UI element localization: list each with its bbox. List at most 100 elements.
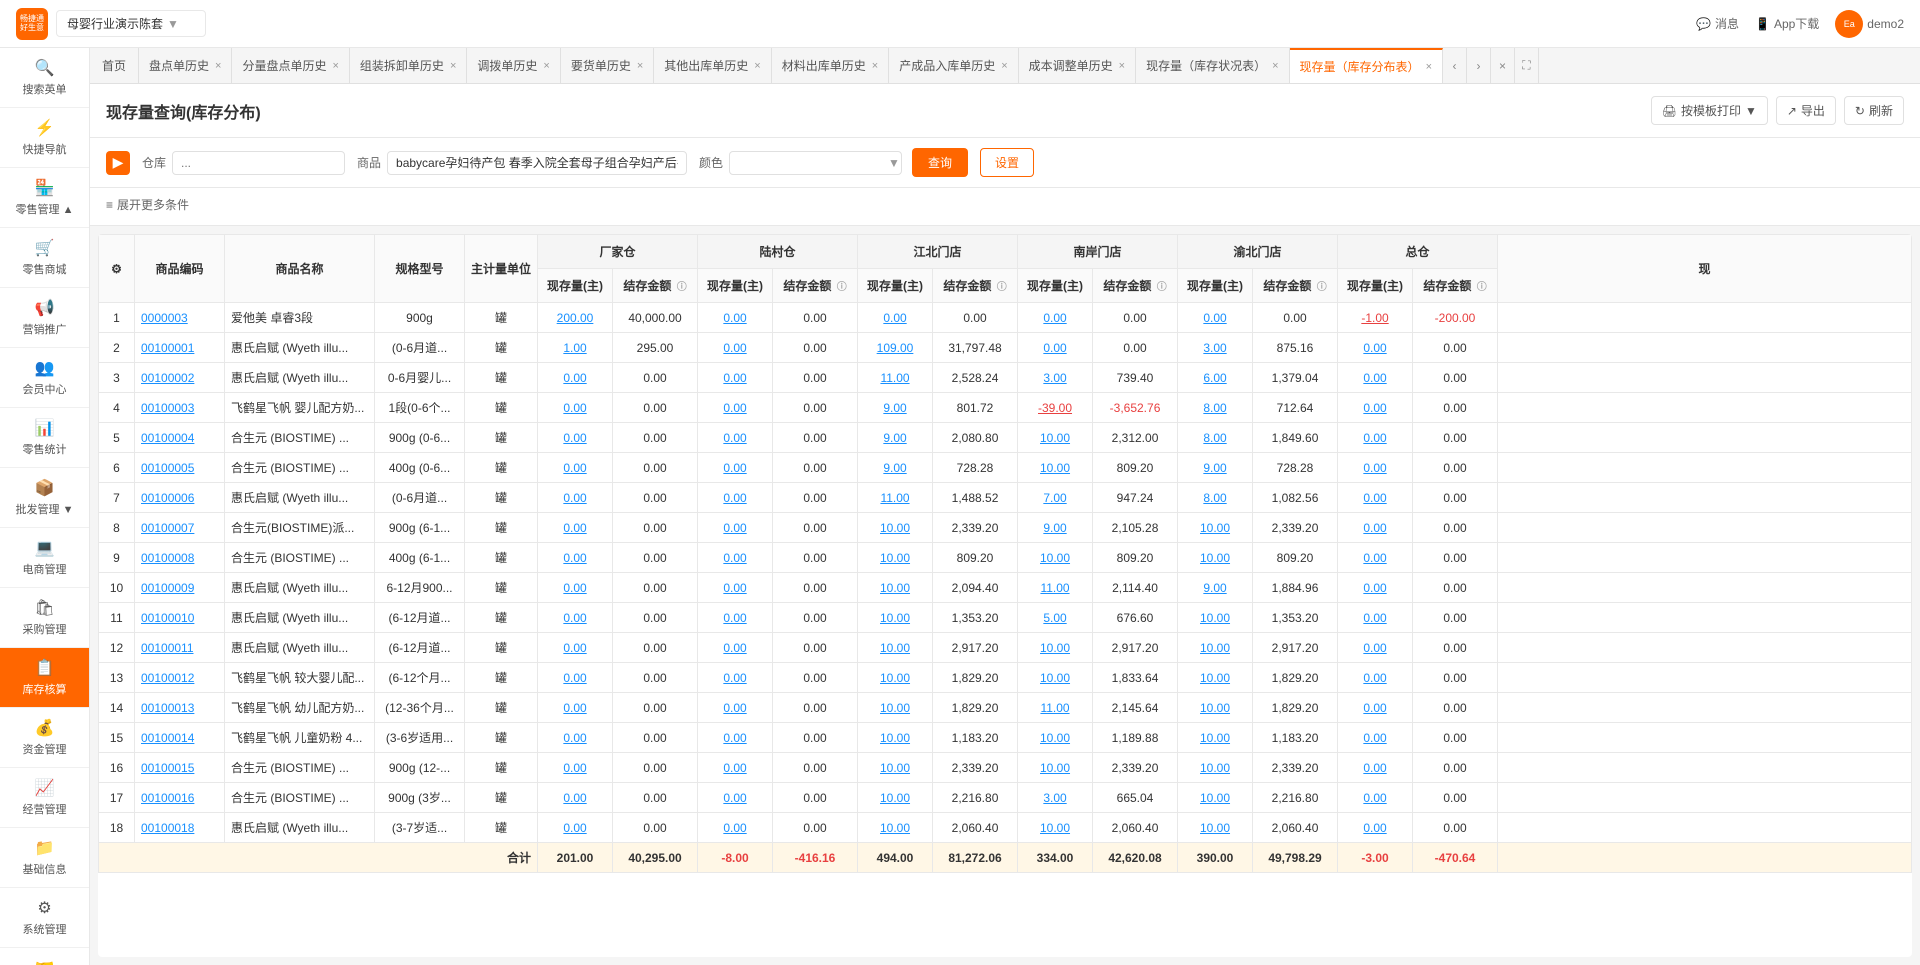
cell-na-qty[interactable]: 11.00: [1018, 573, 1093, 603]
cell-na-qty[interactable]: 10.00: [1018, 723, 1093, 753]
cell-jb-qty[interactable]: 10.00: [858, 633, 933, 663]
sidebar-item-shortcut[interactable]: ⚡ 快捷导航: [0, 108, 89, 168]
tab-close-dist-inventory[interactable]: ×: [332, 60, 338, 72]
cell-code[interactable]: 00100013: [135, 693, 225, 723]
tab-close-current-status[interactable]: ×: [1272, 60, 1278, 72]
cell-yb-qty[interactable]: 10.00: [1178, 783, 1253, 813]
tab-current-status[interactable]: 现存量（库存状况表） ×: [1136, 48, 1289, 84]
cell-lc-qty[interactable]: 0.00: [698, 513, 773, 543]
expand-more-btn[interactable]: ≡ 展开更多条件: [106, 192, 189, 217]
cell-code[interactable]: 00100012: [135, 663, 225, 693]
tab-nav-next[interactable]: ›: [1467, 48, 1491, 84]
cell-yb-qty[interactable]: 8.00: [1178, 393, 1253, 423]
cell-lc-qty[interactable]: 0.00: [698, 663, 773, 693]
cell-code[interactable]: 00100001: [135, 333, 225, 363]
cell-lc-qty[interactable]: 0.00: [698, 783, 773, 813]
sidebar-item-wholesale[interactable]: 📦 批发管理 ▼: [0, 468, 89, 528]
tab-material-out[interactable]: 材料出库单历史 ×: [772, 48, 889, 84]
cell-fj-qty[interactable]: 200.00: [538, 303, 613, 333]
sidebar-item-basic[interactable]: 📁 基础信息: [0, 828, 89, 888]
cell-lc-qty[interactable]: 0.00: [698, 603, 773, 633]
cell-yb-qty[interactable]: 10.00: [1178, 603, 1253, 633]
cell-yb-qty[interactable]: 10.00: [1178, 663, 1253, 693]
tab-order[interactable]: 要货单历史 ×: [561, 48, 654, 84]
sidebar-item-retail-store[interactable]: 🛒 零售商城: [0, 228, 89, 288]
cell-code[interactable]: 00100016: [135, 783, 225, 813]
cell-fj-qty[interactable]: 0.00: [538, 543, 613, 573]
sidebar-item-ecommerce[interactable]: 💻 电商管理: [0, 528, 89, 588]
cell-fj-qty[interactable]: 0.00: [538, 363, 613, 393]
sidebar-item-inventory[interactable]: 📋 库存核算: [0, 648, 89, 708]
cell-fj-qty[interactable]: 0.00: [538, 603, 613, 633]
user-menu[interactable]: Ea demo2: [1835, 10, 1904, 38]
cell-na-qty[interactable]: 0.00: [1018, 333, 1093, 363]
cell-lc-qty[interactable]: 0.00: [698, 543, 773, 573]
cell-na-qty[interactable]: 10.00: [1018, 453, 1093, 483]
cell-total-qty[interactable]: 0.00: [1338, 423, 1413, 453]
tab-close-other-out[interactable]: ×: [754, 60, 760, 72]
cell-yb-qty[interactable]: 10.00: [1178, 633, 1253, 663]
cell-na-qty[interactable]: 11.00: [1018, 693, 1093, 723]
cell-na-qty[interactable]: 10.00: [1018, 663, 1093, 693]
cell-code[interactable]: 00100008: [135, 543, 225, 573]
tab-dist-inventory[interactable]: 分量盘点单历史 ×: [232, 48, 349, 84]
cell-fj-qty[interactable]: 0.00: [538, 813, 613, 843]
tab-other-out[interactable]: 其他出库单历史 ×: [654, 48, 771, 84]
filter-color-input[interactable]: [729, 151, 902, 175]
cell-fj-qty[interactable]: 0.00: [538, 783, 613, 813]
cell-jb-qty[interactable]: 10.00: [858, 543, 933, 573]
cell-total-qty[interactable]: 0.00: [1338, 723, 1413, 753]
cell-lc-qty[interactable]: 0.00: [698, 333, 773, 363]
tab-close-material-out[interactable]: ×: [872, 60, 878, 72]
tab-home[interactable]: 首页: [90, 48, 139, 84]
cell-jb-qty[interactable]: 10.00: [858, 603, 933, 633]
sidebar-item-marketing[interactable]: 📢 营销推广: [0, 288, 89, 348]
cell-code[interactable]: 00100004: [135, 423, 225, 453]
cell-na-qty[interactable]: 10.00: [1018, 633, 1093, 663]
cell-lc-qty[interactable]: 0.00: [698, 393, 773, 423]
cell-jb-qty[interactable]: 10.00: [858, 513, 933, 543]
cell-total-qty[interactable]: 0.00: [1338, 663, 1413, 693]
sidebar-item-member[interactable]: 👥 会员中心: [0, 348, 89, 408]
cell-yb-qty[interactable]: 10.00: [1178, 693, 1253, 723]
cell-fj-qty[interactable]: 0.00: [538, 393, 613, 423]
cell-total-qty[interactable]: 0.00: [1338, 393, 1413, 423]
cell-fj-qty[interactable]: 0.00: [538, 663, 613, 693]
tab-close-product-in[interactable]: ×: [1001, 60, 1007, 72]
cell-na-qty[interactable]: 10.00: [1018, 753, 1093, 783]
cell-fj-qty[interactable]: 0.00: [538, 633, 613, 663]
sidebar-item-search[interactable]: 🔍 搜索英单: [0, 48, 89, 108]
cell-na-qty[interactable]: 10.00: [1018, 543, 1093, 573]
tab-fullscreen[interactable]: ⛶: [1515, 48, 1539, 84]
cell-code[interactable]: 0000003: [135, 303, 225, 333]
cell-na-qty[interactable]: 7.00: [1018, 483, 1093, 513]
cell-yb-qty[interactable]: 9.00: [1178, 573, 1253, 603]
message-btn[interactable]: 💬 消息: [1696, 15, 1739, 32]
cell-total-qty[interactable]: 0.00: [1338, 603, 1413, 633]
filter-warehouse-input[interactable]: [172, 151, 345, 175]
cell-yb-qty[interactable]: 6.00: [1178, 363, 1253, 393]
sidebar-item-enterprise[interactable]: 🤝 企业协同: [0, 948, 89, 965]
tab-cost-adj[interactable]: 成本调整单历史 ×: [1019, 48, 1136, 84]
tab-transfer[interactable]: 调拨单历史 ×: [467, 48, 560, 84]
cell-total-qty[interactable]: 0.00: [1338, 573, 1413, 603]
cell-jb-qty[interactable]: 0.00: [858, 303, 933, 333]
print-btn[interactable]: 🖨 按模板打印 ▼: [1651, 96, 1768, 125]
cell-fj-qty[interactable]: 0.00: [538, 483, 613, 513]
cell-jb-qty[interactable]: 11.00: [858, 483, 933, 513]
cell-total-qty[interactable]: 0.00: [1338, 363, 1413, 393]
cell-yb-qty[interactable]: 10.00: [1178, 753, 1253, 783]
cell-code[interactable]: 00100009: [135, 573, 225, 603]
cell-code[interactable]: 00100007: [135, 513, 225, 543]
cell-na-qty[interactable]: 0.00: [1018, 303, 1093, 333]
tab-inventory-check[interactable]: 盘点单历史 ×: [139, 48, 232, 84]
cell-na-qty[interactable]: 10.00: [1018, 423, 1093, 453]
cell-na-qty[interactable]: 3.00: [1018, 363, 1093, 393]
cell-lc-qty[interactable]: 0.00: [698, 453, 773, 483]
export-btn[interactable]: ↗ 导出: [1776, 96, 1836, 125]
cell-fj-qty[interactable]: 0.00: [538, 513, 613, 543]
cell-jb-qty[interactable]: 10.00: [858, 663, 933, 693]
cell-jb-qty[interactable]: 10.00: [858, 723, 933, 753]
cell-na-qty[interactable]: -39.00: [1018, 393, 1093, 423]
cell-code[interactable]: 00100015: [135, 753, 225, 783]
